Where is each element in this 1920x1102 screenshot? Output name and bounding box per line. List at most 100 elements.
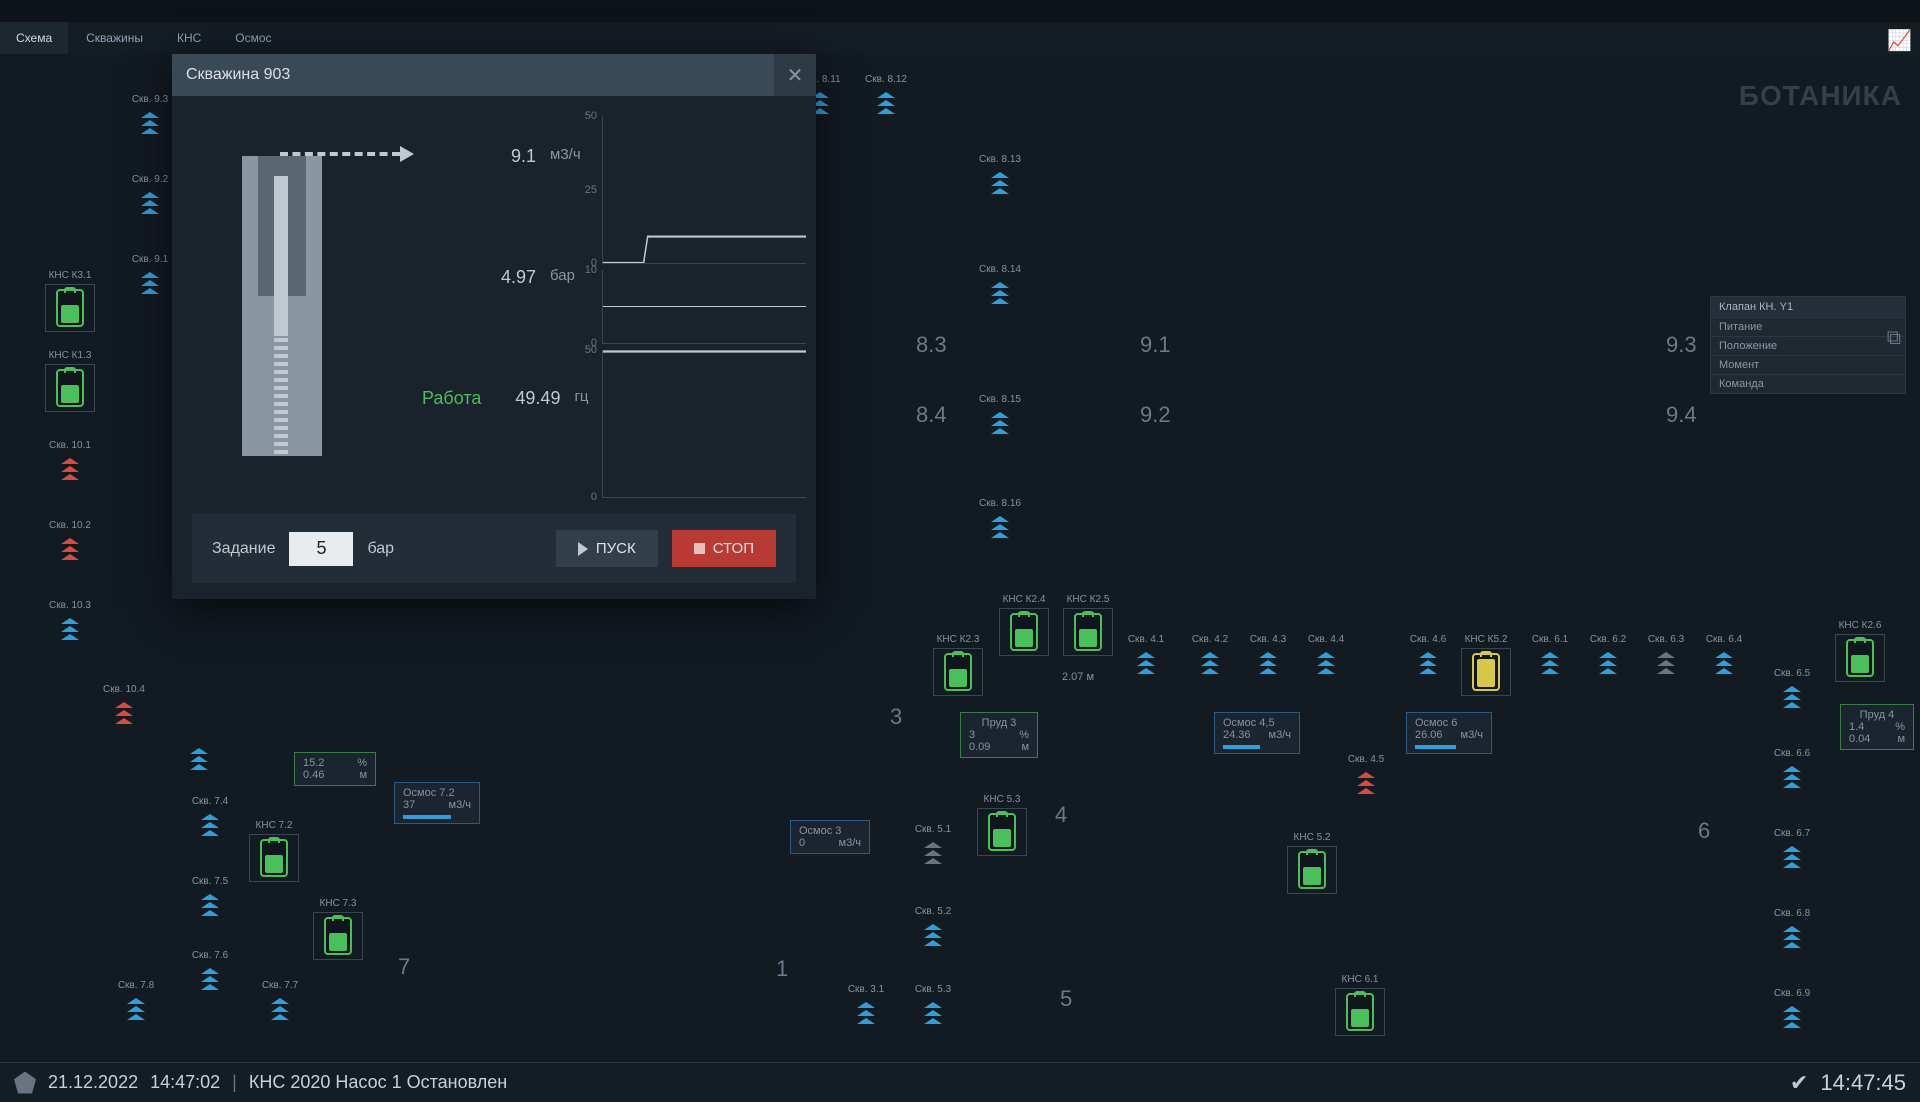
label: Скв. 9.1 — [120, 254, 180, 265]
valve-info-panel[interactable]: Клапан КН. Y1 Питание Положение Момент К… — [1710, 296, 1906, 394]
value: 3 — [969, 729, 975, 741]
setpoint-label: Задание — [212, 540, 275, 558]
start-button[interactable]: ПУСК — [556, 530, 658, 567]
well-skv-68[interactable]: Скв. 6.8 — [1762, 908, 1822, 952]
well-skv-77[interactable]: Скв. 7.7 — [250, 980, 310, 1024]
well-skv-104[interactable]: Скв. 10.4 — [94, 684, 154, 728]
well-skv-93[interactable]: Скв. 9.3 — [120, 94, 180, 138]
close-button[interactable]: ✕ — [774, 54, 816, 96]
well-skv-102[interactable]: Скв. 10.2 — [40, 520, 100, 564]
readouts: 9.1м3/ч 4.97бар Работа49.49гц — [422, 116, 592, 504]
well-skv-43[interactable]: Скв. 4.3 — [1238, 634, 1298, 678]
well-skv-46[interactable]: Скв. 4.6 — [1398, 634, 1458, 678]
well-skv-76[interactable]: Скв. 7.6 — [180, 950, 240, 994]
well-skv-75[interactable]: Скв. 7.5 — [180, 876, 240, 920]
well-skv-69[interactable]: Скв. 6.9 — [1762, 988, 1822, 1032]
well-skv-66[interactable]: Скв. 6.6 — [1762, 748, 1822, 792]
label: Скв. 6.4 — [1694, 634, 1754, 645]
label: КНС 5.2 — [1282, 832, 1342, 843]
tank-kns-61[interactable]: КНС 6.1 — [1330, 974, 1390, 1036]
setpoint-input[interactable] — [289, 532, 353, 566]
tab-osmos[interactable]: Осмос — [219, 22, 287, 54]
label: КНС К2.5 — [1058, 594, 1118, 605]
value: 2.07 — [1062, 671, 1083, 683]
stop-button[interactable]: СТОП — [672, 530, 776, 567]
well-modal: Скважина 903 ✕ 9.1м3/ч 4.97бар Работа49.… — [172, 54, 816, 599]
well-skv-41[interactable]: Скв. 4.1 — [1116, 634, 1176, 678]
tank-kns-k52[interactable]: КНС К5.2 — [1456, 634, 1516, 696]
label: Скв. 10.1 — [40, 440, 100, 451]
zone-3: 3 — [890, 704, 902, 730]
well-skv-812[interactable]: Скв. 8.12 — [856, 74, 916, 118]
label: КНС К3.1 — [40, 270, 100, 281]
well-skv-62[interactable]: Скв. 6.2 — [1578, 634, 1638, 678]
tank-kns-k24[interactable]: КНС К2.4 — [994, 594, 1054, 656]
tank-kns-53[interactable]: КНС 5.3 — [972, 794, 1032, 856]
label: Скв. 10.3 — [40, 600, 100, 611]
panel-p1[interactable]: 15.2% 0.46м — [294, 752, 376, 786]
trend-icon[interactable]: 📈 — [1887, 28, 1912, 53]
well-skv-74[interactable]: Скв. 7.4 — [180, 796, 240, 840]
tank-kns-k26[interactable]: КНС К2.6 — [1830, 620, 1890, 682]
label: КНС К2.4 — [994, 594, 1054, 605]
well-skv-815[interactable]: Скв. 8.15 — [970, 394, 1030, 438]
well-skv-51a[interactable]: Скв. 5.1 — [903, 824, 963, 868]
status-label: Работа — [422, 388, 481, 409]
panel-prud4[interactable]: Пруд 4 1.4% 0.04м — [1840, 704, 1914, 750]
well-skv-53b[interactable]: Скв. 5.3 — [903, 984, 963, 1028]
tank-kns-k31[interactable]: КНС К3.1 — [40, 270, 100, 332]
tank-kns-73[interactable]: КНС 7.3 — [308, 898, 368, 960]
pump-blue-small-1[interactable] — [184, 744, 214, 774]
tank-kns-k13[interactable]: КНС К1.3 — [40, 350, 100, 412]
trend-loupe-icon[interactable]: ⧉ — [1887, 327, 1901, 350]
well-skv-45[interactable]: Скв. 4.5 — [1336, 754, 1396, 798]
tank-kns-k23[interactable]: КНС К2.3 — [928, 634, 988, 696]
label: КНС 6.1 — [1330, 974, 1390, 985]
tab-scheme[interactable]: Схема — [0, 22, 68, 54]
tank-kns-52[interactable]: КНС 5.2 — [1282, 832, 1342, 894]
panel-prud3[interactable]: Пруд 3 3% 0.09м — [960, 712, 1038, 758]
well-skv-42[interactable]: Скв. 4.2 — [1180, 634, 1240, 678]
well-skv-816[interactable]: Скв. 8.16 — [970, 498, 1030, 542]
well-skv-52[interactable]: Скв. 5.2 — [903, 906, 963, 950]
tick: 50 — [585, 110, 603, 122]
panel-osmos72[interactable]: Осмос 7.2 37м3/ч — [394, 782, 480, 824]
well-skv-101[interactable]: Скв. 10.1 — [40, 440, 100, 484]
well-skv-91[interactable]: Скв. 9.1 — [120, 254, 180, 298]
tank-kns-k25[interactable]: КНС К2.5 — [1058, 594, 1118, 656]
label: Скв. 8.12 — [856, 74, 916, 85]
value: 24.36 — [1223, 729, 1251, 741]
label: КНС К2.6 — [1830, 620, 1890, 631]
well-skv-814[interactable]: Скв. 8.14 — [970, 264, 1030, 308]
well-skv-31[interactable]: Скв. 3.1 — [836, 984, 896, 1028]
panel-osmos3[interactable]: Осмос 3 0м3/ч — [790, 820, 870, 854]
tank-kns-72[interactable]: КНС 7.2 — [244, 820, 304, 882]
panel-osmos6[interactable]: Осмос 6 26.06м3/ч — [1406, 712, 1492, 754]
label: Скв. 5.2 — [903, 906, 963, 917]
label: Скв. 4.2 — [1180, 634, 1240, 645]
well-skv-63[interactable]: Скв. 6.3 — [1636, 634, 1696, 678]
status-message: КНС 2020 Насос 1 Остановлен — [249, 1072, 507, 1093]
well-skv-65[interactable]: Скв. 6.5 — [1762, 668, 1822, 712]
well-skv-813[interactable]: Скв. 8.13 — [970, 154, 1030, 198]
zone-1: 1 — [776, 956, 788, 982]
well-skv-61[interactable]: Скв. 6.1 — [1520, 634, 1580, 678]
trend-charts: 50 25 0 10 0 50 0 — [602, 116, 806, 504]
label: КНС 5.3 — [972, 794, 1032, 805]
well-skv-64[interactable]: Скв. 6.4 — [1694, 634, 1754, 678]
level-207: 2.07 м — [1056, 670, 1100, 684]
tab-wells[interactable]: Скважины — [70, 22, 159, 54]
tab-kns[interactable]: КНС — [161, 22, 217, 54]
unit: м — [359, 769, 367, 781]
well-skv-67[interactable]: Скв. 6.7 — [1762, 828, 1822, 872]
well-skv-78[interactable]: Скв. 7.8 — [106, 980, 166, 1024]
check-icon[interactable]: ✔ — [1790, 1070, 1808, 1096]
well-skv-44[interactable]: Скв. 4.4 — [1296, 634, 1356, 678]
title: Пруд 4 — [1849, 709, 1905, 721]
well-skv-92[interactable]: Скв. 9.2 — [120, 174, 180, 218]
user-icon[interactable] — [14, 1072, 36, 1094]
well-skv-103[interactable]: Скв. 10.3 — [40, 600, 100, 644]
panel-osmos45[interactable]: Осмос 4,5 24.36м3/ч — [1214, 712, 1300, 754]
label: КНС К1.3 — [40, 350, 100, 361]
title: Пруд 3 — [969, 717, 1029, 729]
